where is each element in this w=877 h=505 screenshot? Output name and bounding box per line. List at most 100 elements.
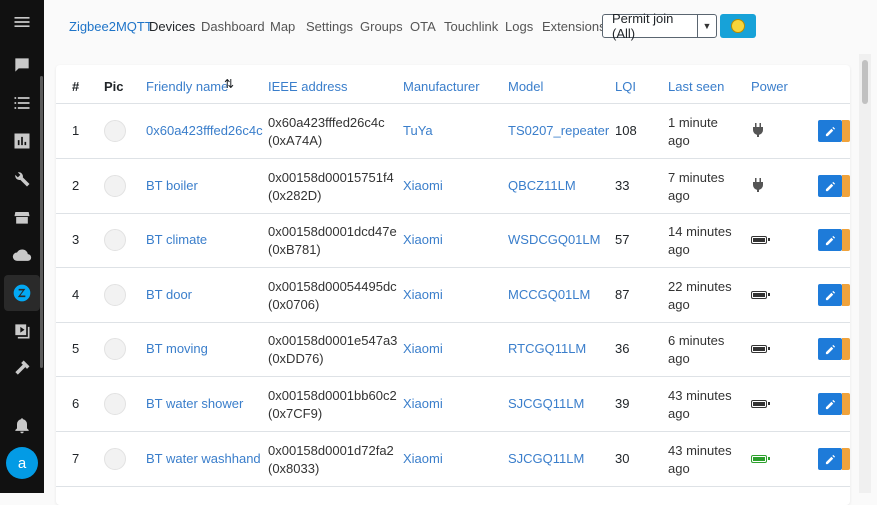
row-number: 1 [72,123,80,138]
last-seen: 14 minutes ago [668,223,732,259]
last-seen-suffix: ago [668,406,690,421]
device-image [104,393,126,415]
model-link[interactable]: WSDCGQ01LM [508,232,600,247]
device-name-link[interactable]: 0x60a423fffed26c4c [146,123,263,138]
manufacturer-link[interactable]: Xiaomi [403,232,443,247]
device-name-link[interactable]: BT door [146,287,192,302]
manufacturer-link[interactable]: Xiaomi [403,451,443,466]
device-actions-button[interactable] [842,229,850,251]
edit-device-button[interactable] [818,120,842,142]
cloud-icon[interactable] [0,237,44,273]
header-friendly-name[interactable]: Friendly name [146,79,228,94]
network-address: (0x8033) [268,461,320,476]
nav-touchlink[interactable]: Touchlink [444,19,498,34]
battery-icon [751,345,770,353]
device-image [104,284,126,306]
edit-icon [825,454,835,464]
lqi-value: 33 [615,178,630,193]
model-link[interactable]: MCCGQ01LM [508,287,590,302]
developer-icon[interactable] [0,350,44,386]
model-link[interactable]: TS0207_repeater [508,123,609,138]
permit-join-label: Permit join (All) [612,11,674,41]
battery-icon [751,455,770,463]
manufacturer-link[interactable]: Xiaomi [403,287,443,302]
last-seen-suffix: ago [668,242,690,257]
ieee-value: 0x00158d0001d72fa2 [268,443,394,458]
edit-device-button[interactable] [818,448,842,470]
ieee-address: 0x00158d0001d72fa2 (0x8033) [268,442,394,478]
device-name-link[interactable]: BT climate [146,232,207,247]
permit-join-button[interactable]: Permit join (All) ▼ [602,11,717,41]
model-link[interactable]: SJCGQ11LM [508,396,584,411]
device-actions-button[interactable] [842,338,850,360]
brand-link[interactable]: Zigbee2MQTT [69,19,153,34]
network-address: (0xB781) [268,242,321,257]
page-scroll-track [859,54,871,493]
device-name-link[interactable]: BT water washhand [146,451,261,466]
last-seen-value: 43 minutes [668,443,732,458]
header-manufacturer[interactable]: Manufacturer [403,79,480,94]
nav-devices[interactable]: Devices [149,19,195,34]
nav-dashboard[interactable]: Dashboard [201,19,265,34]
last-seen-suffix: ago [668,297,690,312]
media-icon[interactable] [0,313,44,349]
device-actions-button[interactable] [842,448,850,470]
model-link[interactable]: RTCGQ11LM [508,341,586,356]
header-ieee[interactable]: IEEE address [268,79,348,94]
network-address: (0xA74A) [268,133,323,148]
overview-icon[interactable] [0,47,44,83]
nav-groups[interactable]: Groups [360,19,403,34]
history-icon[interactable] [0,123,44,159]
header-power[interactable]: Power [751,79,788,94]
last-seen: 43 minutes ago [668,442,732,478]
theme-toggle-button[interactable] [720,14,756,38]
edit-device-button[interactable] [818,229,842,251]
manufacturer-link[interactable]: TuYa [403,123,433,138]
nav-ota[interactable]: OTA [410,19,436,34]
manufacturer-link[interactable]: Xiaomi [403,178,443,193]
hacs-icon[interactable] [0,199,44,235]
nav-settings[interactable]: Settings [306,19,353,34]
chevron-down-icon[interactable]: ▼ [697,15,716,37]
nav-logs[interactable]: Logs [505,19,533,34]
battery-icon [751,291,770,299]
nav-extensions[interactable]: Extensions [542,19,606,34]
model-link[interactable]: QBCZ11LM [508,178,576,193]
nav-map[interactable]: Map [270,19,295,34]
device-image [104,338,126,360]
manufacturer-link[interactable]: Xiaomi [403,396,443,411]
device-actions-button[interactable] [842,284,850,306]
edit-device-button[interactable] [818,284,842,306]
manufacturer-link[interactable]: Xiaomi [403,341,443,356]
menu-icon[interactable] [0,4,44,40]
page-scrollbar[interactable] [862,60,868,104]
last-seen-value: 22 minutes [668,279,732,294]
edit-device-button[interactable] [818,175,842,197]
logbook-icon[interactable] [0,85,44,121]
row-number: 3 [72,232,80,247]
header-lqi[interactable]: LQI [615,79,636,94]
row-number: 7 [72,451,80,466]
battery-icon [751,400,770,408]
sort-icon[interactable]: ⇅ [224,77,234,91]
avatar[interactable]: a [6,447,38,479]
model-link[interactable]: SJCGQ11LM [508,451,584,466]
header-model[interactable]: Model [508,79,543,94]
edit-device-button[interactable] [818,393,842,415]
device-image [104,120,126,142]
edit-device-button[interactable] [818,338,842,360]
device-name-link[interactable]: BT moving [146,341,208,356]
zigbee2mqtt-icon[interactable] [0,275,44,311]
row-number: 2 [72,178,80,193]
device-name-link[interactable]: BT boiler [146,178,198,193]
device-actions-button[interactable] [842,120,850,142]
row-number: 6 [72,396,80,411]
header-last-seen[interactable]: Last seen [668,79,724,94]
device-actions-button[interactable] [842,393,850,415]
notifications-icon[interactable] [0,407,44,443]
tools-icon[interactable] [0,161,44,197]
device-actions-button[interactable] [842,175,850,197]
ieee-value: 0x00158d0001e547a3 [268,333,398,348]
sidebar-scrollbar[interactable] [40,76,43,368]
device-name-link[interactable]: BT water shower [146,396,243,411]
